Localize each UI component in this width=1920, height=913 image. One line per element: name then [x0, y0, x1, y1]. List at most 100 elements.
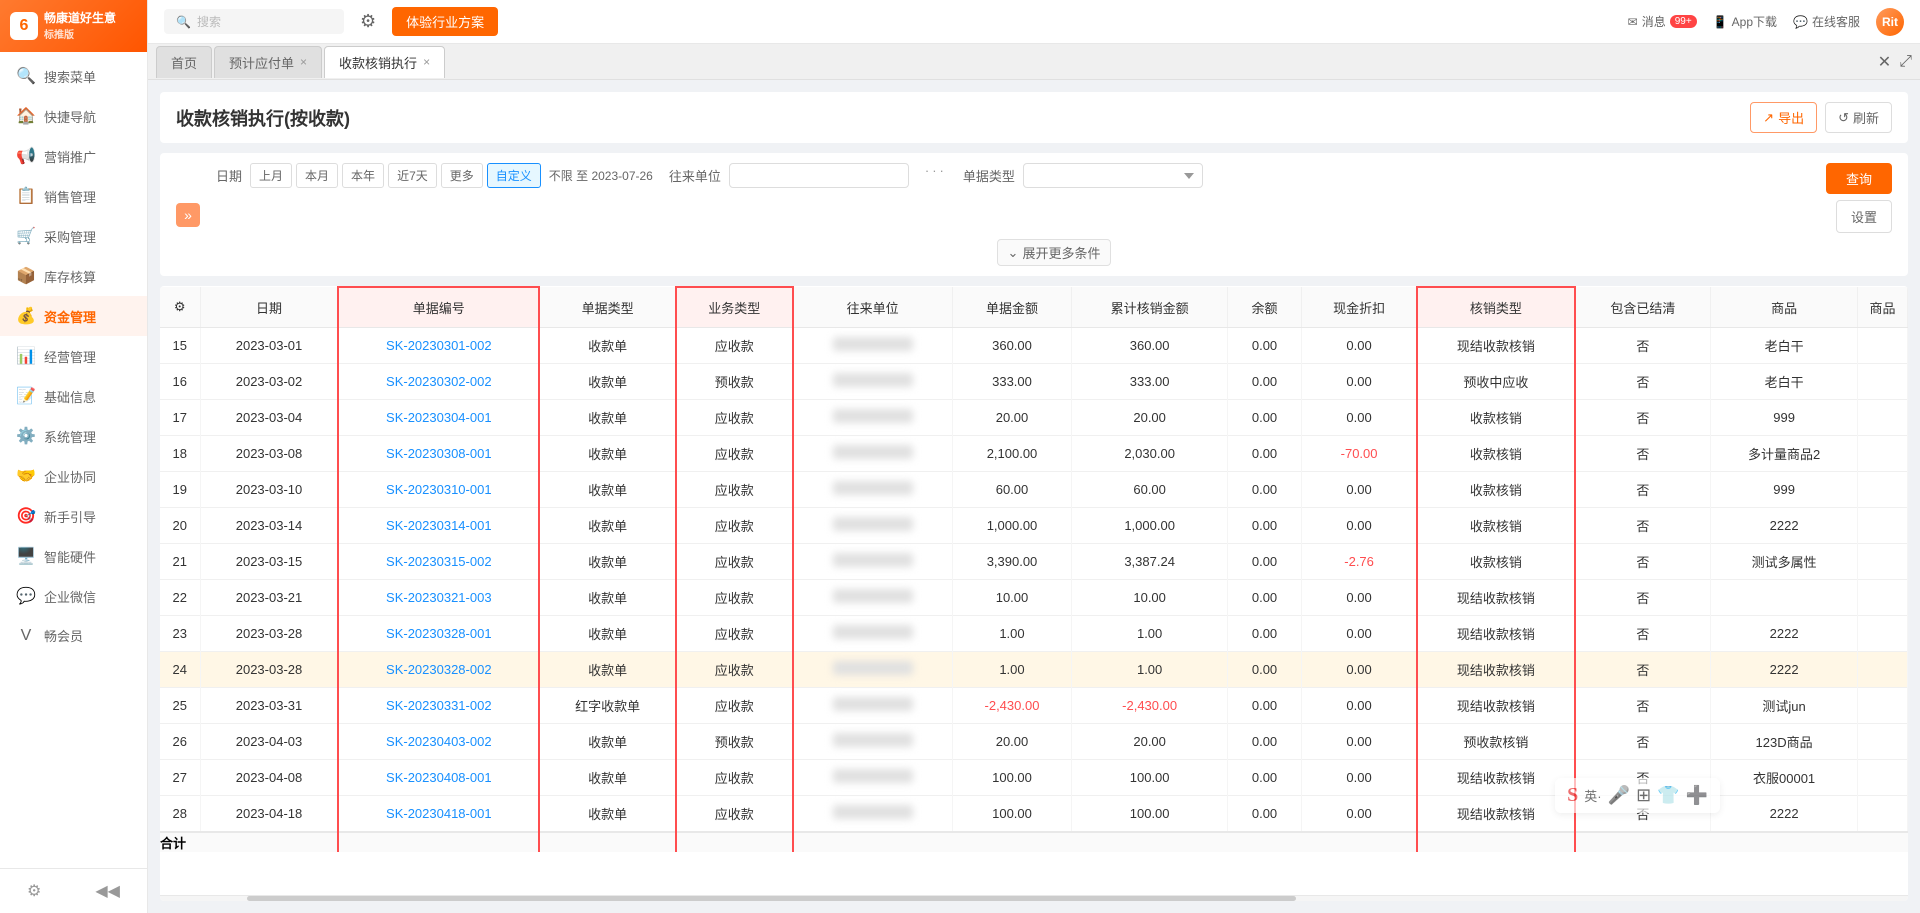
cell-writeoff-type: 现结收款核销 [1417, 652, 1574, 688]
cell-bill-amount: 2,100.00 [952, 436, 1071, 472]
cell-bill-amount: 1,000.00 [952, 508, 1071, 544]
date-more-btn[interactable]: 更多 [441, 163, 483, 188]
sidebar-item-system[interactable]: ⚙️ 系统管理 [0, 416, 147, 456]
bill-no-link[interactable]: SK-20230308-001 [386, 446, 492, 461]
date-this-month-btn[interactable]: 本月 [296, 163, 338, 188]
table-footer-row: 合计 [160, 832, 1908, 852]
cell-include-settled: 否 [1575, 328, 1711, 364]
message-btn[interactable]: ✉ 消息 99+ [1628, 13, 1697, 30]
table-scroll[interactable]: ⚙ 日期 单据编号 单据类型 业务类型 往来单位 单据金额 累计核销金额 余额 … [160, 286, 1908, 895]
cell-writeoff-amount: 3,387.24 [1072, 544, 1228, 580]
bill-no-link[interactable]: SK-20230331-002 [386, 698, 492, 713]
footer-bill-no [338, 832, 539, 852]
tab-receipt-writeoff[interactable]: 收款核销执行 × [324, 46, 445, 78]
cell-no: 23 [160, 616, 200, 652]
tab-home[interactable]: 首页 [156, 46, 212, 78]
receipt-type-select[interactable] [1023, 163, 1203, 188]
bill-no-link[interactable]: SK-20230301-002 [386, 338, 492, 353]
sidebar-item-guide-label: 新手引导 [44, 507, 96, 526]
sidebar-bottom: ⚙ ◀◀ [0, 868, 147, 913]
expand-row: ⌄ 展开更多条件 [216, 239, 1892, 266]
cell-counterparty [793, 688, 953, 724]
bill-no-link[interactable]: SK-20230315-002 [386, 554, 492, 569]
sidebar-item-hardware[interactable]: 🖥️ 智能硬件 [0, 536, 147, 576]
sidebar-item-sales[interactable]: 📋 销售管理 [0, 176, 147, 216]
export-button[interactable]: ↗ 导出 [1750, 102, 1817, 133]
cell-include-settled: 否 [1575, 364, 1711, 400]
filter-settings-button[interactable]: 设置 [1836, 200, 1892, 233]
th-bill-amount: 单据金额 [952, 287, 1071, 328]
solution-button[interactable]: 体验行业方案 [392, 7, 498, 36]
cell-include-settled: 否 [1575, 616, 1711, 652]
cell-cash-discount: 0.00 [1302, 688, 1418, 724]
date-7days-btn[interactable]: 近7天 [388, 163, 437, 188]
cell-bill-amount: 20.00 [952, 400, 1071, 436]
sidebar-item-search[interactable]: 🔍 搜索菜单 [0, 56, 147, 96]
sidebar-item-quicknav[interactable]: 🏠 快捷导航 [0, 96, 147, 136]
date-last-month-btn[interactable]: 上月 [250, 163, 292, 188]
column-settings-icon[interactable]: ⚙ [174, 299, 186, 314]
footer-label: 合计 [160, 832, 338, 852]
wechat-icon: 💬 [16, 586, 36, 606]
sidebar-item-member[interactable]: V 畅会员 [0, 616, 147, 655]
sidebar-item-operations[interactable]: 📊 经营管理 [0, 336, 147, 376]
user-avatar[interactable]: Rit [1876, 8, 1904, 36]
query-button[interactable]: 查询 [1826, 163, 1892, 194]
cell-date: 2023-03-15 [200, 544, 338, 580]
cell-no: 24 [160, 652, 200, 688]
bill-no-link[interactable]: SK-20230304-001 [386, 410, 492, 425]
cell-bill-type: 收款单 [539, 328, 676, 364]
cell-goods: 2222 [1711, 796, 1858, 833]
cell-include-settled: 否 [1575, 472, 1711, 508]
counterparty-filter-group: 往来单位 [669, 163, 909, 188]
cell-bill-type: 收款单 [539, 508, 676, 544]
bill-no-link[interactable]: SK-20230314-001 [386, 518, 492, 533]
tab-receipt-writeoff-close-icon[interactable]: × [423, 55, 430, 69]
bill-no-link[interactable]: SK-20230328-001 [386, 626, 492, 641]
bill-no-link[interactable]: SK-20230321-003 [386, 590, 492, 605]
bill-no-link[interactable]: SK-20230408-001 [386, 770, 492, 785]
sidebar-item-wechat[interactable]: 💬 企业微信 [0, 576, 147, 616]
filter-toggle-button[interactable]: » [176, 203, 200, 227]
bill-no-link[interactable]: SK-20230328-002 [386, 662, 492, 677]
cell-date: 2023-03-01 [200, 328, 338, 364]
table-row: 15 2023-03-01 SK-20230301-002 收款单 应收款 36… [160, 328, 1908, 364]
bill-no-link[interactable]: SK-20230403-002 [386, 734, 492, 749]
bill-no-link[interactable]: SK-20230302-002 [386, 374, 492, 389]
cell-include-settled: 否 [1575, 544, 1711, 580]
logo-text: 畅康道好生意 [44, 11, 116, 27]
cell-bill-amount: -2,430.00 [952, 688, 1071, 724]
sidebar-item-enterprise[interactable]: 🤝 企业协同 [0, 456, 147, 496]
date-custom-btn[interactable]: 自定义 [487, 163, 541, 188]
tab-prepayment-close-icon[interactable]: × [300, 55, 307, 69]
sidebar-menu: 🔍 搜索菜单 🏠 快捷导航 📢 营销推广 📋 销售管理 🛒 采购管理 📦 库存核… [0, 52, 147, 868]
bill-no-link[interactable]: SK-20230310-001 [386, 482, 492, 497]
sidebar-item-guide[interactable]: 🎯 新手引导 [0, 496, 147, 536]
cell-cash-discount: 0.00 [1302, 400, 1418, 436]
counterparty-input[interactable] [729, 163, 909, 188]
scrollbar-thumb [247, 896, 1296, 901]
refresh-button[interactable]: ↺ 刷新 [1825, 102, 1892, 133]
sidebar-item-purchase[interactable]: 🛒 采购管理 [0, 216, 147, 256]
app-download-btn[interactable]: 📱 App下载 [1713, 13, 1777, 30]
sidebar-item-finance[interactable]: 💰 资金管理 [0, 296, 147, 336]
cell-balance: 0.00 [1228, 616, 1302, 652]
maximize-tab-btn[interactable]: ⤢ [1899, 52, 1912, 72]
cell-date: 2023-04-18 [200, 796, 338, 833]
settings-gear-icon[interactable]: ⚙ [360, 11, 376, 32]
sidebar-item-marketing-label: 营销推广 [44, 147, 96, 166]
cell-counterparty [793, 508, 953, 544]
collapse-sidebar-btn[interactable]: ◀◀ [87, 877, 128, 905]
close-tab-btn[interactable]: ✕ [1878, 52, 1891, 72]
bill-no-link[interactable]: SK-20230418-001 [386, 806, 492, 821]
sidebar-item-marketing[interactable]: 📢 营销推广 [0, 136, 147, 176]
tab-prepayment[interactable]: 预计应付单 × [214, 46, 322, 78]
cell-goods2 [1858, 796, 1908, 833]
sidebar-item-inventory[interactable]: 📦 库存核算 [0, 256, 147, 296]
topbar-search[interactable]: 🔍 搜索 [164, 9, 344, 34]
sidebar-item-basics[interactable]: 📝 基础信息 [0, 376, 147, 416]
online-service-btn[interactable]: 💬 在线客服 [1793, 13, 1860, 30]
date-this-year-btn[interactable]: 本年 [342, 163, 384, 188]
settings-bottom-btn[interactable]: ⚙ [19, 877, 49, 905]
expand-more-button[interactable]: ⌄ 展开更多条件 [997, 239, 1112, 266]
